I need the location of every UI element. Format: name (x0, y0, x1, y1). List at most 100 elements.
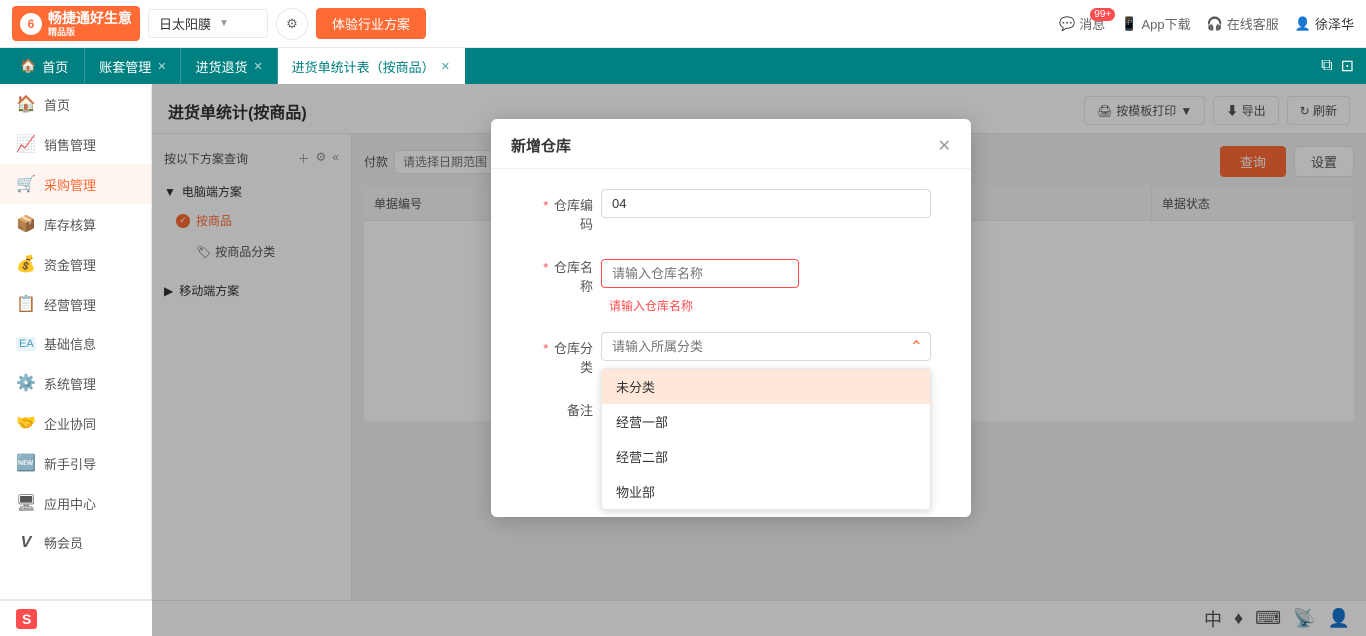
operation-icon: 📋 (16, 294, 36, 314)
sidebar-guide-label: 新手引导 (44, 454, 96, 473)
sidebar-apps-label: 应用中心 (44, 494, 96, 513)
bottom-logo: S (16, 609, 37, 629)
user-icon: 👤 (1295, 16, 1311, 32)
online-service-label: 在线客服 (1227, 14, 1279, 33)
sidebar-collab-label: 企业协同 (44, 414, 96, 433)
code-label: * 仓库编码 (531, 189, 601, 233)
basic-icon: EA (16, 337, 36, 351)
dialog-close-button[interactable]: ✕ (938, 136, 951, 156)
logo: 6 畅捷通好生意 精品版 (12, 6, 140, 42)
finance-icon: 💰 (16, 254, 36, 274)
dropdown-item-dept2[interactable]: 经营二部 (602, 439, 930, 474)
app-download[interactable]: 📱 App下载 (1121, 14, 1190, 33)
form-item-name: * 仓库名称 请输入仓库名称 (531, 251, 931, 314)
vip-icon: V (16, 534, 36, 552)
form-item-code: * 仓库编码 (531, 189, 931, 233)
logo-main: 畅捷通好生意 (48, 10, 132, 27)
sidebar-vip-label: 畅会员 (44, 533, 83, 552)
sidebar-basic-label: 基础信息 (44, 334, 96, 353)
sidebar-item-guide[interactable]: 🆕 新手引导 (0, 443, 151, 483)
nav-tabs: 🏠 首页 账套管理 ✕ 进货退货 ✕ 进货单统计表（按商品） ✕ ⧉ ⊡ (0, 48, 1366, 84)
guide-icon: 🆕 (16, 453, 36, 473)
name-error-msg: 请输入仓库名称 (531, 297, 693, 314)
required-star2: * (543, 260, 548, 275)
required-star3: * (543, 341, 548, 356)
trial-button[interactable]: 体验行业方案 (316, 8, 426, 39)
tab-returns-close[interactable]: ✕ (253, 60, 262, 73)
sidebar-home-label: 首页 (44, 95, 70, 114)
sidebar-finance-label: 资金管理 (44, 255, 96, 274)
name-input[interactable] (601, 259, 799, 288)
sidebar-item-basic[interactable]: EA 基础信息 (0, 324, 151, 363)
category-select-wrap: ⌃ 未分类 经营一部 经营二部 物业部 (601, 332, 931, 361)
tab-stats-label: 进货单统计表（按商品） (292, 57, 435, 76)
inventory-icon: 📦 (16, 214, 36, 234)
code-input[interactable] (601, 189, 931, 218)
topbar-right: 💬 消息 99+ 📱 App下载 🎧 在线客服 👤 徐泽华 (1059, 14, 1354, 33)
collab-icon: 🤝 (16, 413, 36, 433)
notification-badge: 99+ (1090, 8, 1115, 21)
sidebar-item-inventory[interactable]: 📦 库存核算 (0, 204, 151, 244)
sidebar-item-sales[interactable]: 📈 销售管理 (0, 124, 151, 164)
store-arrow-icon: ▼ (219, 18, 229, 29)
dropdown-item-dept1[interactable]: 经营一部 (602, 404, 930, 439)
settings-icon[interactable]: ⚙ (276, 8, 308, 40)
home-icon: 🏠 (20, 58, 36, 74)
nav-restore-icon[interactable]: ⧉ (1321, 57, 1332, 75)
online-service[interactable]: 🎧 在线客服 (1207, 14, 1279, 33)
sidebar-item-home[interactable]: 🏠 首页 (0, 84, 151, 124)
tab-accounts[interactable]: 账套管理 ✕ (85, 48, 181, 84)
sidebar-item-system[interactable]: ⚙️ 系统管理 (0, 363, 151, 403)
notification-bell[interactable]: 💬 消息 99+ (1059, 14, 1105, 33)
tab-returns[interactable]: 进货退货 ✕ (181, 48, 277, 84)
app-icon: 📱 (1121, 16, 1137, 32)
dialog-header: 新增仓库 ✕ (491, 119, 971, 169)
purchase-icon: 🛒 (16, 174, 36, 194)
category-input[interactable] (601, 332, 931, 361)
apps-icon: 🖥 (16, 493, 36, 513)
sidebar: 🏠 首页 📈 销售管理 🛒 采购管理 📦 库存核算 💰 资金管理 📋 经营管理 … (0, 84, 152, 636)
sidebar-item-vip[interactable]: V 畅会员 (0, 523, 151, 562)
sidebar-item-collab[interactable]: 🤝 企业协同 (0, 403, 151, 443)
form-item-category: * 仓库分类 ⌃ 未分类 经营一部 经营二部 物业部 (531, 332, 931, 376)
tab-accounts-close[interactable]: ✕ (157, 60, 166, 73)
add-warehouse-dialog: 新增仓库 ✕ * 仓库编码 * 仓库名称 请输入仓库名称 * (491, 119, 971, 517)
nav-fullscreen-icon[interactable]: ⊡ (1341, 56, 1354, 76)
tab-accounts-label: 账套管理 (99, 57, 151, 76)
tab-stats[interactable]: 进货单统计表（按商品） ✕ (278, 48, 465, 84)
logo-text: 畅捷通好生意 精品版 (48, 10, 132, 38)
tab-stats-close[interactable]: ✕ (441, 60, 450, 73)
category-dropdown: 未分类 经营一部 经营二部 物业部 (601, 368, 931, 510)
store-name: 日太阳膜 (159, 14, 211, 33)
category-label: * 仓库分类 (531, 332, 601, 376)
logo-sub: 精品版 (48, 27, 132, 38)
system-icon: ⚙️ (16, 373, 36, 393)
app-download-label: App下载 (1141, 14, 1190, 33)
sidebar-sales-label: 销售管理 (44, 135, 96, 154)
sidebar-item-purchase[interactable]: 🛒 采购管理 (0, 164, 151, 204)
tab-home[interactable]: 🏠 首页 (4, 48, 85, 84)
logo-icon: 6 (20, 13, 42, 35)
sidebar-purchase-label: 采购管理 (44, 175, 96, 194)
required-star: * (543, 198, 548, 213)
sidebar-item-finance[interactable]: 💰 资金管理 (0, 244, 151, 284)
name-label: * 仓库名称 (531, 251, 601, 295)
username: 徐泽华 (1315, 14, 1354, 33)
sidebar-inventory-label: 库存核算 (44, 215, 96, 234)
category-arrow-icon[interactable]: ⌃ (910, 337, 923, 357)
dropdown-item-property[interactable]: 物业部 (602, 474, 930, 509)
store-selector[interactable]: 日太阳膜 ▼ (148, 9, 268, 38)
home-sidebar-icon: 🏠 (16, 94, 36, 114)
dialog-title: 新增仓库 (511, 135, 571, 156)
sidebar-item-operation[interactable]: 📋 经营管理 (0, 284, 151, 324)
topbar: 6 畅捷通好生意 精品版 日太阳膜 ▼ ⚙ 体验行业方案 💬 消息 99+ 📱 … (0, 0, 1366, 48)
headset-icon: 🎧 (1207, 16, 1223, 32)
tab-returns-label: 进货退货 (195, 57, 247, 76)
sidebar-item-apps[interactable]: 🖥 应用中心 (0, 483, 151, 523)
dialog-body: * 仓库编码 * 仓库名称 请输入仓库名称 * 仓库分类 (491, 169, 971, 461)
tab-home-label: 首页 (42, 57, 68, 76)
dropdown-item-unclassified[interactable]: 未分类 (602, 369, 930, 404)
bottom-s-icon: S (16, 609, 37, 629)
user-menu[interactable]: 👤 徐泽华 (1295, 14, 1354, 33)
bell-icon: 💬 (1059, 16, 1075, 32)
